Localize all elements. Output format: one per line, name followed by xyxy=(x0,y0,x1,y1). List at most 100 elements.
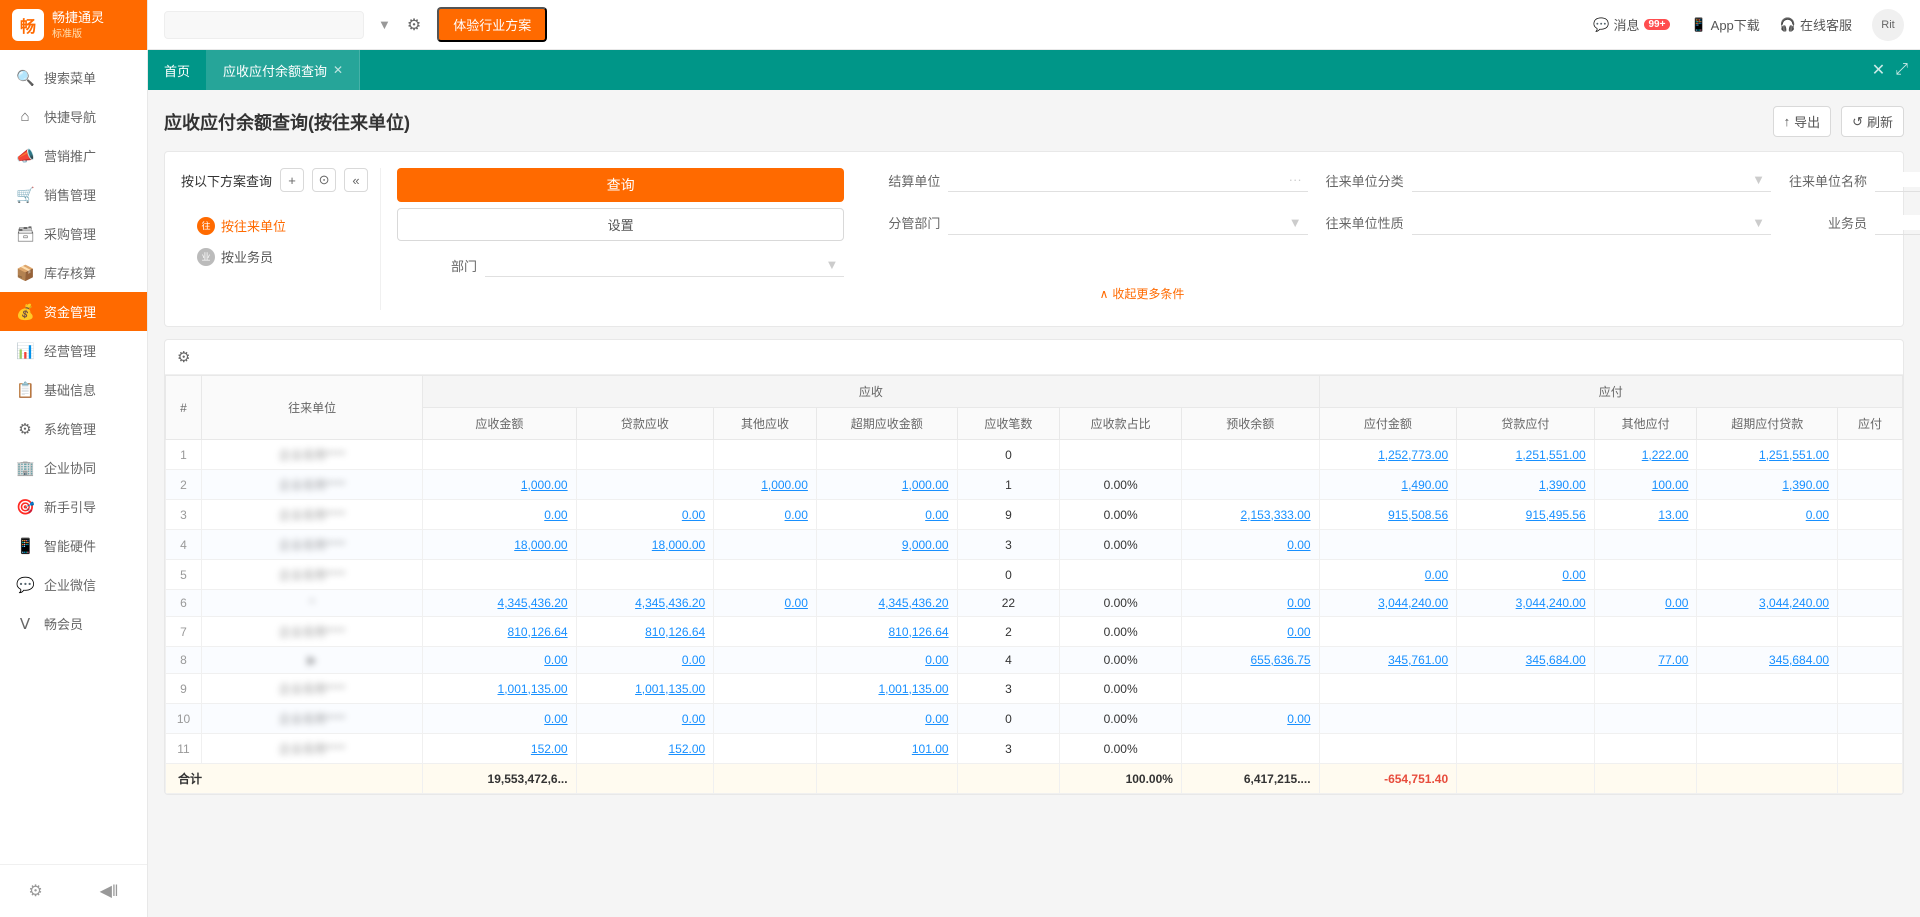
settings-button[interactable]: 设置 xyxy=(397,208,844,241)
table-cell[interactable]: 18,000.00 xyxy=(423,530,576,560)
table-cell[interactable]: 1,001,135.00 xyxy=(423,674,576,704)
table-cell[interactable]: 0.00 xyxy=(816,704,957,734)
table-cell[interactable]: 3,044,240.00 xyxy=(1697,590,1838,617)
dept-manage-input[interactable] xyxy=(954,215,1284,230)
table-cell[interactable]: 0.00 xyxy=(1594,590,1697,617)
table-settings-icon[interactable]: ⚙ xyxy=(177,348,190,366)
table-cell[interactable]: 1,000.00 xyxy=(816,470,957,500)
partner-category-dropdown-icon[interactable]: ▼ xyxy=(1752,172,1765,187)
sidebar-item-sales[interactable]: 🛒 销售管理 xyxy=(0,175,147,214)
partner-category-input[interactable] xyxy=(1418,172,1748,187)
sidebar-item-hardware[interactable]: 📱 智能硬件 xyxy=(0,526,147,565)
dept-input[interactable] xyxy=(491,257,821,272)
breadcrumb-dropdown-icon[interactable]: ▼ xyxy=(378,17,391,32)
table-cell[interactable]: 0.00 xyxy=(1181,530,1319,560)
table-cell[interactable]: 13.00 xyxy=(1594,500,1697,530)
tab-close-window-icon[interactable]: ✕ xyxy=(1872,60,1885,80)
table-cell[interactable]: 0.00 xyxy=(1181,590,1319,617)
sidebar-item-purchase[interactable]: 🗃 采购管理 xyxy=(0,214,147,253)
table-cell[interactable]: 0.00 xyxy=(423,647,576,674)
table-cell[interactable]: 345,684.00 xyxy=(1697,647,1838,674)
tab-arquery[interactable]: 应收应付余额查询 ✕ xyxy=(207,50,360,90)
nav-item-by-salesperson[interactable]: 业 按业务员 xyxy=(181,241,368,272)
refresh-button[interactable]: ↺ 刷新 xyxy=(1841,106,1904,137)
table-cell[interactable]: 0.00 xyxy=(714,590,817,617)
collapse-sidebar-button[interactable]: ◀‖ xyxy=(94,875,125,907)
settings-icon[interactable]: ⚙ xyxy=(403,11,425,39)
tab-close-icon[interactable]: ✕ xyxy=(333,63,343,77)
sidebar-item-operation[interactable]: 📊 经营管理 xyxy=(0,331,147,370)
table-cell[interactable]: 1,251,551.00 xyxy=(1697,440,1838,470)
settlement-unit-input-wrap[interactable]: ··· xyxy=(948,168,1307,192)
add-scheme-button[interactable]: + xyxy=(280,168,304,192)
partner-nature-input-wrap[interactable]: ▼ xyxy=(1412,211,1771,235)
table-cell[interactable]: 915,495.56 xyxy=(1457,500,1595,530)
table-cell[interactable]: 4,345,436.20 xyxy=(423,590,576,617)
sidebar-item-quick[interactable]: ⌂ 快捷导航 xyxy=(0,97,147,136)
user-avatar[interactable]: Rit xyxy=(1872,9,1904,41)
table-cell[interactable]: 810,126.64 xyxy=(423,617,576,647)
table-cell[interactable]: 1,001,135.00 xyxy=(576,674,714,704)
app-download-button[interactable]: 📱 App下载 xyxy=(1690,15,1759,34)
table-cell[interactable]: 101.00 xyxy=(816,734,957,764)
partner-name-input-wrap[interactable] xyxy=(1875,168,1920,192)
table-cell[interactable]: 0.00 xyxy=(1697,500,1838,530)
dept-manage-dropdown-icon[interactable]: ▼ xyxy=(1289,215,1302,230)
table-cell[interactable]: 152.00 xyxy=(576,734,714,764)
table-cell[interactable]: 152.00 xyxy=(423,734,576,764)
table-cell[interactable]: 4,345,436.20 xyxy=(576,590,714,617)
sidebar-item-basic[interactable]: 📋 基础信息 xyxy=(0,370,147,409)
table-cell[interactable]: 810,126.64 xyxy=(816,617,957,647)
sidebar-item-system[interactable]: ⚙ 系统管理 xyxy=(0,409,147,448)
table-cell[interactable]: 4,345,436.20 xyxy=(816,590,957,617)
table-cell[interactable]: 1,000.00 xyxy=(714,470,817,500)
collapse-more-button[interactable]: ∧ 收起更多条件 xyxy=(397,277,1887,310)
export-button[interactable]: ↑ 导出 xyxy=(1773,106,1832,137)
table-cell[interactable]: 655,636.75 xyxy=(1181,647,1319,674)
salesperson-input[interactable] xyxy=(1881,215,1920,230)
table-cell[interactable]: 0.00 xyxy=(576,647,714,674)
messages-button[interactable]: 💬 消息 99+ xyxy=(1593,15,1670,34)
salesperson-input-wrap[interactable]: ··· xyxy=(1875,211,1920,235)
sidebar-item-marketing[interactable]: 📣 营销推广 xyxy=(0,136,147,175)
table-cell[interactable]: 0.00 xyxy=(1457,560,1595,590)
dept-dropdown-icon[interactable]: ▼ xyxy=(825,257,838,272)
tab-maximize-icon[interactable]: ⤢ xyxy=(1895,61,1908,79)
tab-home[interactable]: 首页 xyxy=(148,50,207,90)
scheme-settings-icon[interactable]: ⊙ xyxy=(312,168,336,192)
sidebar-item-finance[interactable]: 💰 资金管理 xyxy=(0,292,147,331)
partner-nature-dropdown-icon[interactable]: ▼ xyxy=(1752,215,1765,230)
table-cell[interactable]: 1,000.00 xyxy=(423,470,576,500)
sidebar-item-search[interactable]: 🔍 搜索菜单 xyxy=(0,58,147,97)
table-cell[interactable]: 18,000.00 xyxy=(576,530,714,560)
partner-nature-input[interactable] xyxy=(1418,215,1748,230)
sidebar-item-guide[interactable]: 🎯 新手引导 xyxy=(0,487,147,526)
settlement-unit-dots-icon[interactable]: ··· xyxy=(1289,172,1302,187)
nav-item-by-partner[interactable]: 往 按往来单位 xyxy=(181,210,368,241)
partner-category-input-wrap[interactable]: ▼ xyxy=(1412,168,1771,192)
table-cell[interactable]: 0.00 xyxy=(816,647,957,674)
online-service-button[interactable]: 🎧 在线客服 xyxy=(1780,15,1852,34)
table-cell[interactable]: 1,222.00 xyxy=(1594,440,1697,470)
table-cell[interactable]: 0.00 xyxy=(816,500,957,530)
settings-bottom-icon[interactable]: ⚙ xyxy=(22,875,48,907)
table-cell[interactable]: 1,490.00 xyxy=(1319,470,1457,500)
table-cell[interactable]: 810,126.64 xyxy=(576,617,714,647)
sidebar-item-inventory[interactable]: 📦 库存核算 xyxy=(0,253,147,292)
sidebar-item-member[interactable]: Ⅴ 畅会员 xyxy=(0,604,147,643)
table-cell[interactable]: 3,044,240.00 xyxy=(1319,590,1457,617)
table-cell[interactable]: 1,252,773.00 xyxy=(1319,440,1457,470)
table-cell[interactable]: 3,044,240.00 xyxy=(1457,590,1595,617)
sidebar-item-enterprise[interactable]: 🏢 企业协同 xyxy=(0,448,147,487)
table-cell[interactable]: 0.00 xyxy=(714,500,817,530)
table-cell[interactable]: 0.00 xyxy=(423,500,576,530)
table-cell[interactable]: 345,761.00 xyxy=(1319,647,1457,674)
settlement-unit-input[interactable] xyxy=(954,172,1284,187)
table-cell[interactable]: 2,153,333.00 xyxy=(1181,500,1319,530)
table-cell[interactable]: 1,251,551.00 xyxy=(1457,440,1595,470)
table-cell[interactable]: 0.00 xyxy=(1181,617,1319,647)
scheme-collapse-icon[interactable]: « xyxy=(344,168,368,192)
partner-name-input[interactable] xyxy=(1881,172,1920,187)
table-cell[interactable]: 0.00 xyxy=(1319,560,1457,590)
table-cell[interactable]: 1,390.00 xyxy=(1697,470,1838,500)
